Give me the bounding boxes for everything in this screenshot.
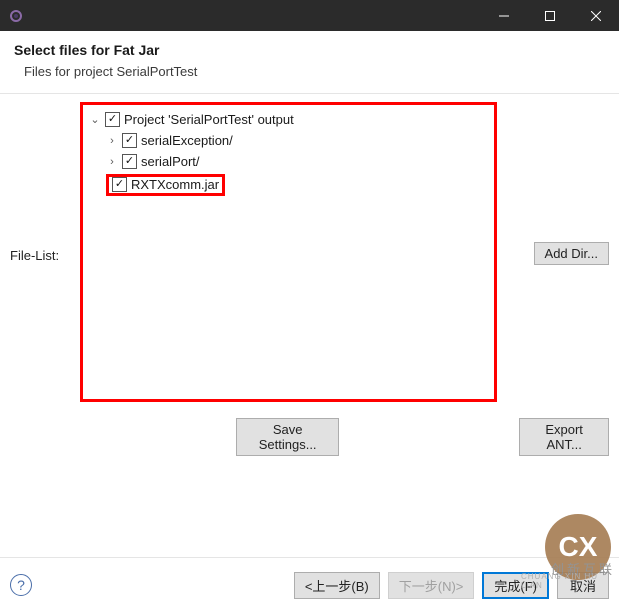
chevron-right-icon[interactable]: › [106, 135, 118, 147]
chevron-down-icon[interactable]: ⌄ [89, 113, 101, 126]
tree-node-label: serialException/ [141, 133, 233, 148]
wizard-subtitle: Files for project SerialPortTest [24, 64, 605, 79]
cancel-button[interactable]: 取消 [557, 572, 609, 599]
checkbox[interactable] [122, 133, 137, 148]
export-ant-button[interactable]: Export ANT... [519, 418, 609, 456]
wizard-footer: ? <上一步(B) 下一步(N)> 完成(F) 取消 [0, 557, 619, 612]
maximize-button[interactable] [527, 0, 573, 31]
file-list-label: File-List: [10, 102, 74, 263]
tree-child[interactable]: › serialException/ [106, 130, 488, 151]
wizard-title: Select files for Fat Jar [14, 42, 605, 58]
tree-child[interactable]: › serialPort/ [106, 151, 488, 172]
tree-node-label: serialPort/ [141, 154, 200, 169]
title-bar [0, 0, 619, 31]
checkbox[interactable] [112, 177, 127, 192]
help-icon[interactable]: ? [10, 574, 32, 596]
checkbox[interactable] [105, 112, 120, 127]
back-button[interactable]: <上一步(B) [294, 572, 380, 599]
tree-root[interactable]: ⌄ Project 'SerialPortTest' output [89, 109, 488, 130]
add-dir-button[interactable]: Add Dir... [534, 242, 609, 265]
next-button: 下一步(N)> [388, 572, 475, 599]
save-settings-button[interactable]: Save Settings... [236, 418, 339, 456]
file-tree[interactable]: ⌄ Project 'SerialPortTest' output › seri… [80, 102, 497, 402]
chevron-right-icon[interactable]: › [106, 156, 118, 168]
tree-node-label: Project 'SerialPortTest' output [124, 112, 294, 127]
tree-extra-jar[interactable]: RXTXcomm.jar [106, 174, 488, 195]
minimize-button[interactable] [481, 0, 527, 31]
close-button[interactable] [573, 0, 619, 31]
app-icon [0, 0, 31, 31]
checkbox[interactable] [122, 154, 137, 169]
finish-button[interactable]: 完成(F) [482, 572, 549, 599]
wizard-header: Select files for Fat Jar Files for proje… [0, 31, 619, 94]
tree-node-label: RXTXcomm.jar [131, 177, 219, 192]
